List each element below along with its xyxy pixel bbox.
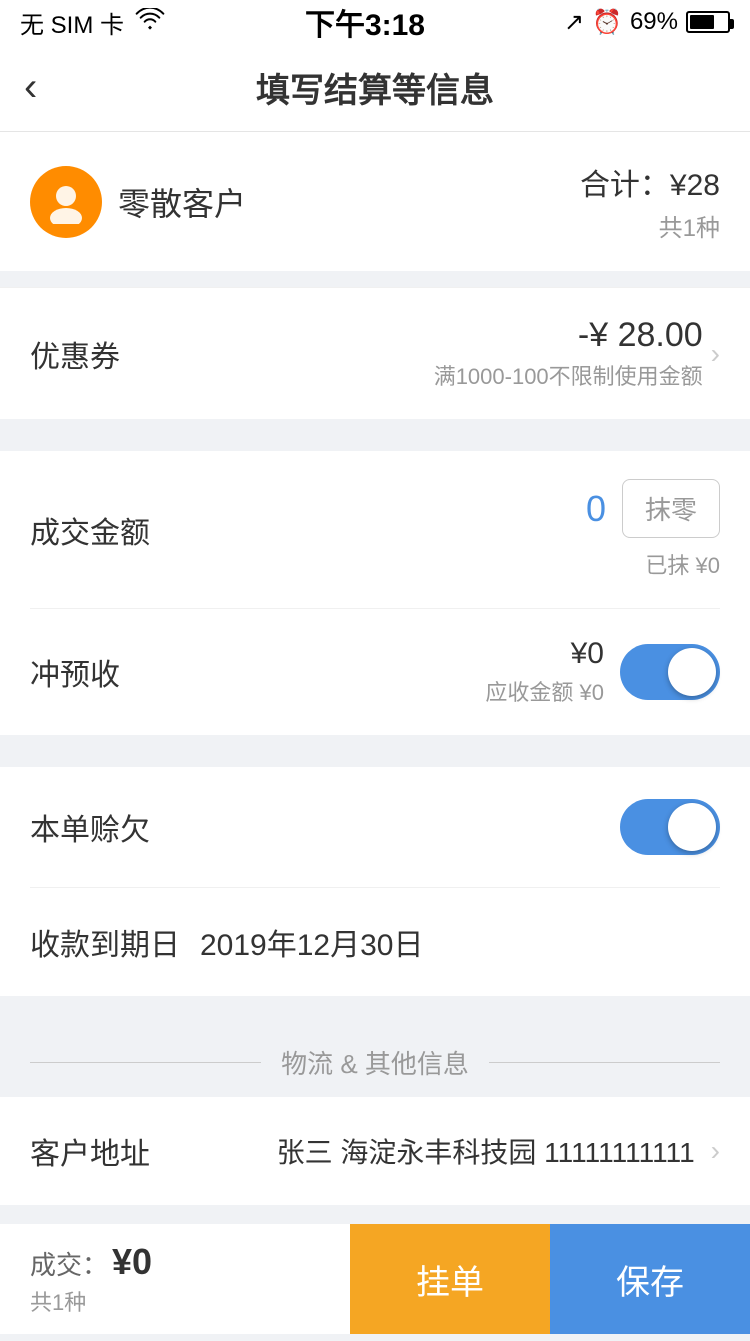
customer-total-amount: 合计：¥28 (580, 160, 720, 204)
customer-avatar (30, 166, 102, 238)
coupon-chevron-icon: › (711, 338, 720, 370)
status-bar: 无 SIM 卡 下午3:18 ↗ ⏰ 69% (0, 0, 750, 44)
credit-row: 本单赊欠 (30, 767, 720, 888)
customer-total: 合计：¥28 共1种 (580, 160, 720, 243)
status-right: ↗ ⏰ 69% (564, 8, 730, 37)
customer-left: 零散客户 (30, 166, 246, 238)
coupon-right: -¥ 28.00 满1000-100不限制使用金额 › (434, 316, 720, 391)
address-row[interactable]: 客户地址 张三 海淀永丰科技园 11111111111 › (30, 1097, 720, 1205)
advance-payment-label: 冲预收 (30, 650, 120, 694)
due-date-label: 收款到期日 (30, 920, 180, 964)
due-date-value: 2019年12月30日 (200, 920, 423, 964)
coupon-row[interactable]: 优惠券 -¥ 28.00 满1000-100不限制使用金额 › (0, 287, 750, 419)
bottom-deal-label: 成交： (30, 1245, 108, 1282)
address-label: 客户地址 (30, 1129, 150, 1173)
toggle-thumb (668, 648, 716, 696)
credit-toggle-thumb (668, 803, 716, 851)
deal-amount-value: 0 (546, 488, 606, 530)
separator-2 (0, 751, 750, 767)
advance-amount: ¥0 (485, 637, 604, 671)
battery-icon (686, 11, 730, 33)
advance-info: ¥0 应收金额 ¥0 (485, 637, 604, 707)
customer-total-count: 共1种 (580, 208, 720, 243)
advance-payment-row: 冲预收 ¥0 应收金额 ¥0 (30, 609, 720, 735)
round-zero-button[interactable]: 抹零 (622, 479, 720, 538)
bottom-bar: 成交： ¥0 共1种 挂单 保存 (0, 1224, 750, 1334)
coupon-desc: 满1000-100不限制使用金额 (434, 359, 703, 391)
bottom-deal-amount: ¥0 (112, 1241, 152, 1283)
credit-toggle[interactable] (620, 799, 720, 855)
advance-toggle[interactable] (620, 644, 720, 700)
deal-amount-right: 0 抹零 (546, 479, 720, 538)
address-value: 张三 海淀永丰科技园 11111111111 (166, 1131, 695, 1171)
logistics-divider: 物流 & 其他信息 (30, 1044, 720, 1081)
bottom-deal-count: 共1种 (30, 1285, 320, 1317)
coupon-info: -¥ 28.00 满1000-100不限制使用金额 (434, 316, 703, 391)
separator-3 (0, 1012, 750, 1028)
nav-bar: ‹ 填写结算等信息 (0, 44, 750, 132)
address-section: 客户地址 张三 海淀永丰科技园 11111111111 › (0, 1097, 750, 1205)
deal-amount-sub: 已抹 ¥0 (645, 548, 720, 580)
status-time: 下午3:18 (305, 0, 425, 44)
bottom-info: 成交： ¥0 共1种 (0, 1241, 350, 1317)
separator-1 (0, 435, 750, 451)
customer-row: 零散客户 合计：¥28 共1种 (0, 132, 750, 271)
hold-button[interactable]: 挂单 (350, 1224, 550, 1334)
location-icon: ↗ (564, 8, 584, 37)
status-left: 无 SIM 卡 (20, 5, 166, 40)
content: 零散客户 合计：¥28 共1种 优惠券 -¥ 28.00 满1000-100不限… (0, 132, 750, 1341)
logistics-label: 物流 & 其他信息 (281, 1044, 469, 1081)
deal-amount-row: 成交金额 0 抹零 已抹 ¥0 (30, 451, 720, 609)
deal-section: 成交金额 0 抹零 已抹 ¥0 冲预收 ¥0 应收金额 ¥0 (0, 451, 750, 735)
save-button[interactable]: 保存 (550, 1224, 750, 1334)
logistics-header: 物流 & 其他信息 (0, 1028, 750, 1097)
page-title: 填写结算等信息 (256, 63, 494, 112)
logistics-line-left (30, 1062, 261, 1063)
due-date-row: 收款到期日 2019年12月30日 (30, 888, 720, 996)
credit-section: 本单赊欠 收款到期日 2019年12月30日 (0, 767, 750, 996)
battery-text: 69% (630, 8, 678, 36)
alarm-icon: ⏰ (592, 8, 622, 37)
wifi-icon (134, 8, 166, 37)
customer-name: 零散客户 (118, 179, 246, 225)
credit-label: 本单赊欠 (30, 805, 150, 849)
deal-amount-label: 成交金额 (30, 508, 150, 552)
address-chevron-icon: › (711, 1135, 720, 1167)
carrier-text: 无 SIM 卡 (20, 5, 124, 40)
advance-sub: 应收金额 ¥0 (485, 675, 604, 707)
coupon-label: 优惠券 (30, 332, 120, 376)
coupon-amount: -¥ 28.00 (434, 316, 703, 355)
logistics-line-right (489, 1062, 720, 1063)
back-button[interactable]: ‹ (24, 65, 37, 110)
